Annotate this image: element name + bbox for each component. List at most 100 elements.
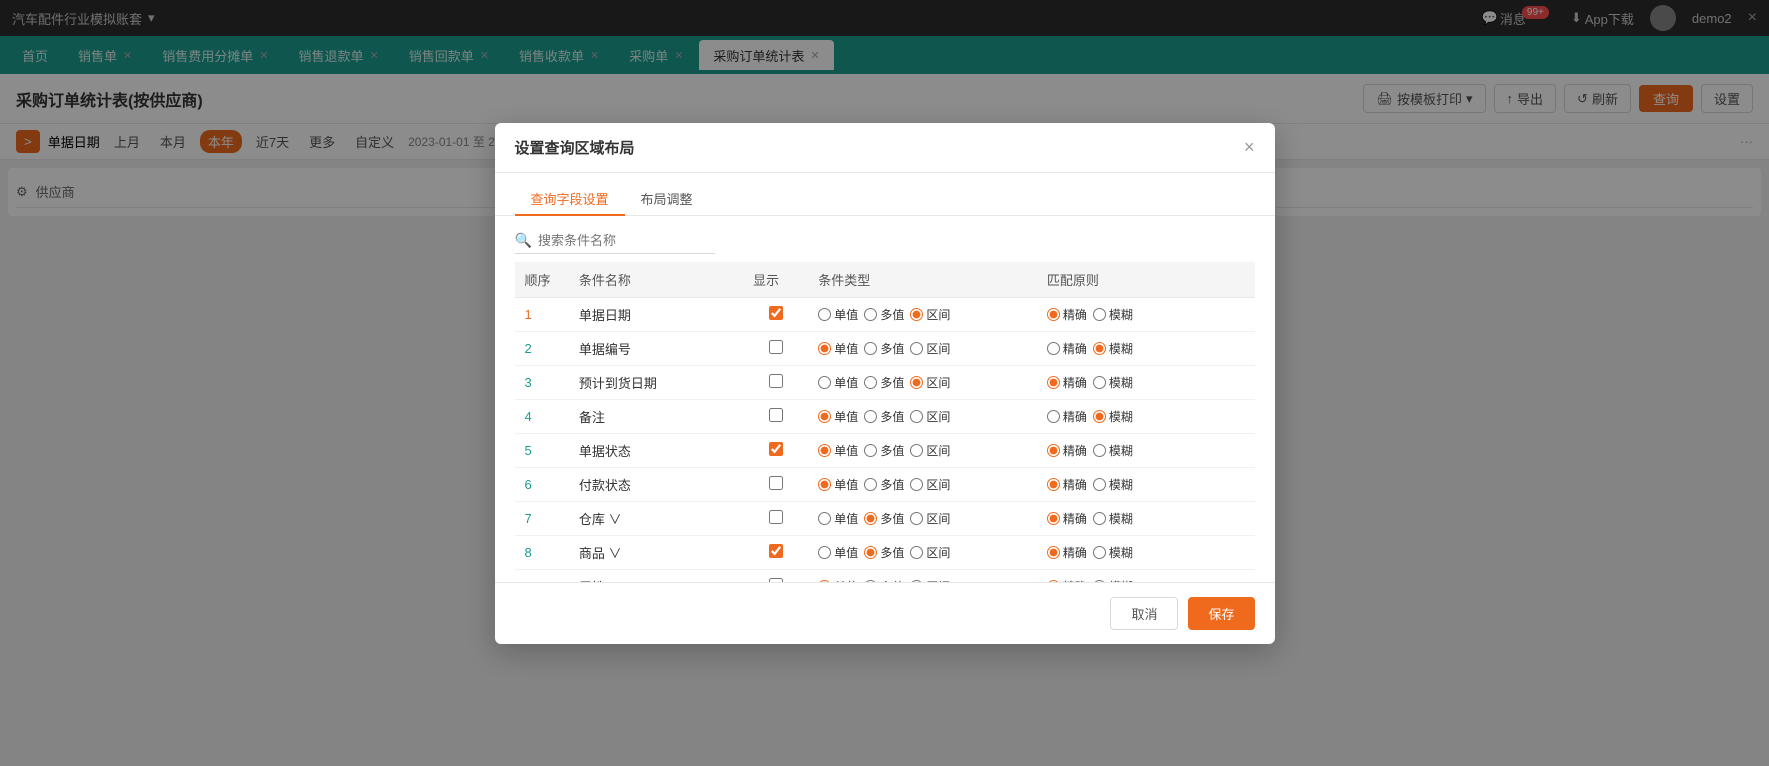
row-order-2: 3: [515, 365, 569, 399]
display-checkbox-1[interactable]: [769, 340, 783, 354]
row-match-8: 精确模糊: [1037, 569, 1255, 582]
match-option-精确-2[interactable]: 精确: [1047, 374, 1087, 391]
search-icon: 🔍: [515, 232, 532, 249]
cancel-button[interactable]: 取消: [1110, 597, 1178, 630]
type-option-单值-0[interactable]: 单值: [818, 306, 858, 323]
match-option-模糊-0[interactable]: 模糊: [1093, 306, 1133, 323]
match-option-精确-7[interactable]: 精确: [1047, 544, 1087, 561]
type-option-单值-5[interactable]: 单值: [818, 476, 858, 493]
row-order-5: 6: [515, 467, 569, 501]
row-order-7: 8: [515, 535, 569, 569]
type-option-单值-4[interactable]: 单值: [818, 442, 858, 459]
search-box: 🔍: [515, 228, 715, 254]
match-option-精确-5[interactable]: 精确: [1047, 476, 1087, 493]
type-option-区间-5[interactable]: 区间: [910, 476, 950, 493]
type-option-区间-1[interactable]: 区间: [910, 340, 950, 357]
display-checkbox-0[interactable]: [769, 306, 783, 320]
display-checkbox-7[interactable]: [769, 544, 783, 558]
match-option-模糊-2[interactable]: 模糊: [1093, 374, 1133, 391]
match-option-精确-3[interactable]: 精确: [1047, 408, 1087, 425]
type-option-多值-4[interactable]: 多值: [864, 442, 904, 459]
table-row: 4备注单值多值区间精确模糊: [515, 399, 1255, 433]
row-name-0: 单据日期: [569, 297, 743, 331]
modal-tab-1[interactable]: 布局调整: [625, 183, 709, 216]
row-name-4: 单据状态: [569, 433, 743, 467]
col-header-name: 条件名称: [569, 262, 743, 298]
display-checkbox-3[interactable]: [769, 408, 783, 422]
type-option-多值-7[interactable]: 多值: [864, 544, 904, 561]
modal-search-area: 🔍: [495, 216, 1275, 262]
row-display-0[interactable]: [743, 297, 808, 331]
match-option-模糊-3[interactable]: 模糊: [1093, 408, 1133, 425]
row-match-6: 精确模糊: [1037, 501, 1255, 535]
match-option-模糊-7[interactable]: 模糊: [1093, 544, 1133, 561]
type-option-多值-5[interactable]: 多值: [864, 476, 904, 493]
type-option-多值-3[interactable]: 多值: [864, 408, 904, 425]
display-checkbox-5[interactable]: [769, 476, 783, 490]
type-option-区间-2[interactable]: 区间: [910, 374, 950, 391]
row-match-4: 精确模糊: [1037, 433, 1255, 467]
table-row: 3预计到货日期 单值多值区间 精确模糊: [515, 365, 1255, 399]
row-match-3: 精确模糊: [1037, 399, 1255, 433]
match-option-模糊-1[interactable]: 模糊: [1093, 340, 1133, 357]
row-display-7[interactable]: [743, 535, 808, 569]
type-option-多值-6[interactable]: 多值: [864, 510, 904, 527]
row-type-1: 单值多值区间: [808, 331, 1037, 365]
row-name-8: 属性 ∨: [569, 569, 743, 582]
row-display-1[interactable]: [743, 331, 808, 365]
type-option-单值-6[interactable]: 单值: [818, 510, 858, 527]
table-row: 2单据编号单值多值区间精确模糊: [515, 331, 1255, 365]
row-order-6: 7: [515, 501, 569, 535]
match-option-精确-1[interactable]: 精确: [1047, 340, 1087, 357]
type-option-单值-2[interactable]: 单值: [818, 374, 858, 391]
table-row: 6付款状态单值多值区间精确模糊: [515, 467, 1255, 501]
row-match-1: 精确模糊: [1037, 331, 1255, 365]
modal-header: 设置查询区域布局 ×: [495, 123, 1275, 173]
row-order-4: 5: [515, 433, 569, 467]
type-option-单值-7[interactable]: 单值: [818, 544, 858, 561]
match-option-模糊-5[interactable]: 模糊: [1093, 476, 1133, 493]
row-display-6[interactable]: [743, 501, 808, 535]
table-row: 7仓库 ∨单值多值区间精确模糊: [515, 501, 1255, 535]
type-option-多值-1[interactable]: 多值: [864, 340, 904, 357]
row-order-0: 1: [515, 297, 569, 331]
modal-tab-0[interactable]: 查询字段设置: [515, 183, 625, 216]
modal-footer: 取消 保存: [495, 582, 1275, 644]
row-display-2[interactable]: [743, 365, 808, 399]
row-order-3: 4: [515, 399, 569, 433]
type-option-区间-4[interactable]: 区间: [910, 442, 950, 459]
type-option-单值-1[interactable]: 单值: [818, 340, 858, 357]
search-input[interactable]: [532, 233, 715, 248]
display-checkbox-4[interactable]: [769, 442, 783, 456]
row-match-0: 精确模糊: [1037, 297, 1255, 331]
type-option-区间-7[interactable]: 区间: [910, 544, 950, 561]
match-option-精确-6[interactable]: 精确: [1047, 510, 1087, 527]
display-checkbox-2[interactable]: [769, 374, 783, 388]
table-row: 1单据日期 单值多值区间 精确模糊: [515, 297, 1255, 331]
match-option-精确-0[interactable]: 精确: [1047, 306, 1087, 323]
row-type-8: 单值多值区间: [808, 569, 1037, 582]
row-display-3[interactable]: [743, 399, 808, 433]
row-name-1: 单据编号: [569, 331, 743, 365]
row-display-8[interactable]: [743, 569, 808, 582]
row-name-7: 商品 ∨: [569, 535, 743, 569]
modal-tabs: 查询字段设置 布局调整: [495, 173, 1275, 216]
save-button[interactable]: 保存: [1188, 597, 1254, 630]
row-order-8: 9: [515, 569, 569, 582]
type-option-单值-3[interactable]: 单值: [818, 408, 858, 425]
modal-close-button[interactable]: ×: [1244, 138, 1255, 156]
row-display-4[interactable]: [743, 433, 808, 467]
row-match-7: 精确模糊: [1037, 535, 1255, 569]
display-checkbox-6[interactable]: [769, 510, 783, 524]
match-option-模糊-4[interactable]: 模糊: [1093, 442, 1133, 459]
type-option-区间-3[interactable]: 区间: [910, 408, 950, 425]
type-option-区间-0[interactable]: 区间: [910, 306, 950, 323]
type-option-多值-0[interactable]: 多值: [864, 306, 904, 323]
match-option-模糊-6[interactable]: 模糊: [1093, 510, 1133, 527]
row-name-2: 预计到货日期: [569, 365, 743, 399]
match-option-精确-4[interactable]: 精确: [1047, 442, 1087, 459]
type-option-区间-6[interactable]: 区间: [910, 510, 950, 527]
type-option-多值-2[interactable]: 多值: [864, 374, 904, 391]
row-display-5[interactable]: [743, 467, 808, 501]
row-type-3: 单值多值区间: [808, 399, 1037, 433]
